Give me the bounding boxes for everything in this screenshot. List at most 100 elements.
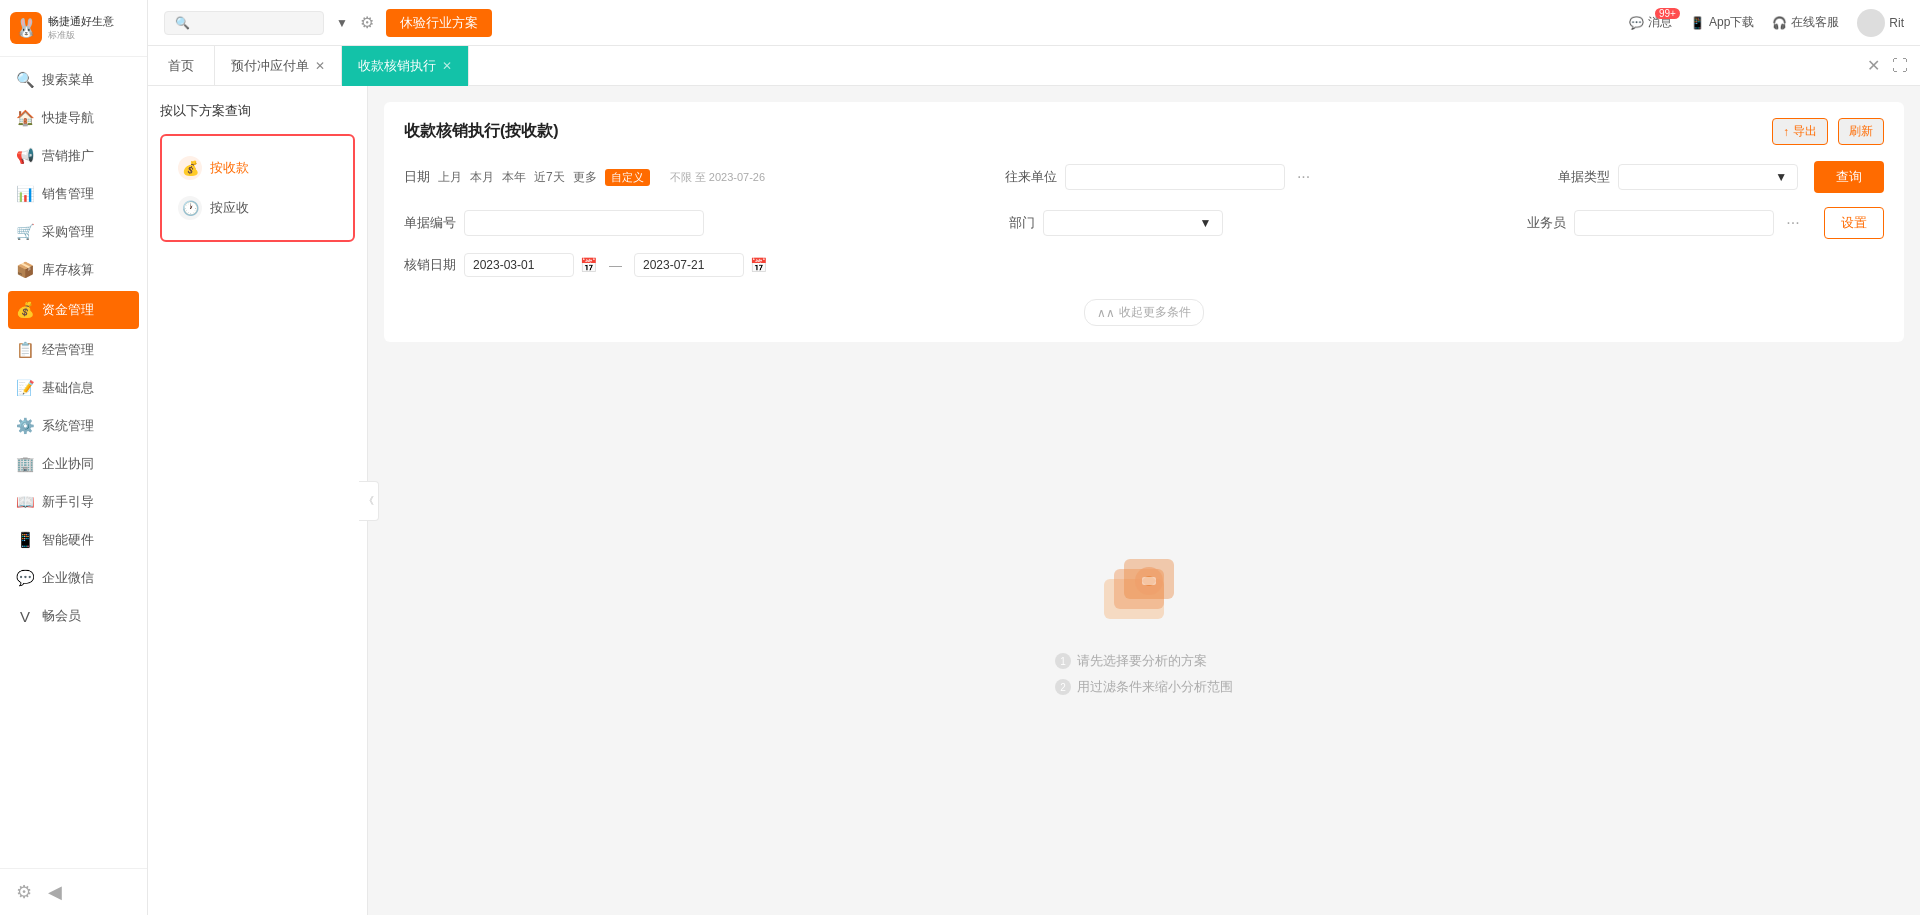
partner-ellipsis-btn[interactable]: ···: [1289, 168, 1319, 186]
smart-hw-icon: 📱: [16, 531, 34, 549]
main-content: 🔍 ▼ ⚙ 休验行业方案 💬 消息 99+ 📱 App下载 🎧 在线客服: [148, 0, 1920, 915]
sidebar-item-guide[interactable]: 📖 新手引导: [0, 483, 147, 521]
dropdown-arrow-icon: ▼: [336, 16, 348, 30]
topbar-dropdown[interactable]: ▼: [336, 16, 348, 30]
filter-option-by-receivable[interactable]: 🕐 按应收: [172, 188, 343, 228]
sidebar-label-inventory: 库存核算: [42, 261, 94, 279]
finance-icon: 💰: [16, 301, 34, 319]
tip-text-1: 请先选择要分析的方案: [1077, 652, 1207, 670]
writeoff-date-start-wrap: 📅: [464, 253, 597, 277]
date-separator: —: [609, 258, 622, 273]
writeoff-date-end-input[interactable]: [634, 253, 744, 277]
doc-no-input[interactable]: [464, 210, 704, 236]
app-name: 畅捷通好生意: [48, 14, 114, 28]
tab-home[interactable]: 首页: [148, 46, 215, 86]
settings-btn[interactable]: 设置: [1824, 207, 1884, 239]
partner-input[interactable]: [1065, 164, 1285, 190]
salesperson-input[interactable]: [1574, 210, 1774, 236]
guide-icon: 📖: [16, 493, 34, 511]
sidebar-item-vip[interactable]: V 畅会员: [0, 597, 147, 635]
export-btn[interactable]: ↑ 导出: [1772, 118, 1828, 145]
tab-prepay[interactable]: 预付冲应付单 ✕: [215, 46, 342, 86]
industry-solution-btn[interactable]: 休验行业方案: [386, 9, 492, 37]
tab-close-all-btn[interactable]: ✕: [1867, 56, 1880, 75]
tab-prepay-close-btn[interactable]: ✕: [315, 59, 325, 73]
empty-illustration: [1094, 549, 1194, 652]
sidebar-item-smart-hw[interactable]: 📱 智能硬件: [0, 521, 147, 559]
writeoff-date-group: 核销日期 📅 — 📅: [404, 253, 767, 277]
writeoff-date-end-wrap: 📅: [634, 253, 767, 277]
sidebar-label-marketing: 营销推广: [42, 147, 94, 165]
date-group: 日期 上月 本月 本年 近7天 更多 自定义: [404, 168, 650, 186]
collapse-more-btn[interactable]: ∧∧ 收起更多条件: [1084, 299, 1204, 326]
sidebar-item-marketing[interactable]: 📢 营销推广: [0, 137, 147, 175]
sidebar-item-enterprise[interactable]: 🏢 企业协同: [0, 445, 147, 483]
sidebar-item-wechat[interactable]: 💬 企业微信: [0, 559, 147, 597]
salesperson-ellipsis-btn[interactable]: ···: [1778, 214, 1808, 232]
sidebar-item-basic-info[interactable]: 📝 基础信息: [0, 369, 147, 407]
sidebar-label-guide: 新手引导: [42, 493, 94, 511]
filter-options-border: 💰 按收款 🕐 按应收: [160, 134, 355, 242]
tip-num-1: 1: [1055, 653, 1071, 669]
date-last-month[interactable]: 上月: [438, 169, 462, 186]
by-receipt-label: 按收款: [210, 159, 249, 177]
system-icon: ⚙️: [16, 417, 34, 435]
tab-expand-btn[interactable]: ⛶: [1892, 57, 1908, 75]
writeoff-date-end-calendar-icon[interactable]: 📅: [750, 257, 767, 273]
sidebar-label-purchase: 采购管理: [42, 223, 94, 241]
tab-prepay-label: 预付冲应付单: [231, 57, 309, 75]
date-custom[interactable]: 自定义: [605, 169, 650, 186]
sidebar-item-inventory[interactable]: 📦 库存核算: [0, 251, 147, 289]
collapse-filter-btn[interactable]: 《: [359, 481, 379, 521]
empty-state: 1 请先选择要分析的方案 2 用过滤条件来缩小分析范围: [384, 354, 1904, 899]
sidebar-label-operation: 经营管理: [42, 341, 94, 359]
app-download-btn[interactable]: 📱 App下载: [1690, 14, 1754, 31]
mobile-icon: 📱: [1690, 16, 1705, 30]
user-info[interactable]: Rit: [1857, 9, 1904, 37]
refresh-btn[interactable]: 刷新: [1838, 118, 1884, 145]
dept-select[interactable]: ▼: [1043, 210, 1223, 236]
gear-icon[interactable]: ⚙: [360, 13, 374, 32]
date-7days[interactable]: 近7天: [534, 169, 565, 186]
writeoff-date-start-calendar-icon[interactable]: 📅: [580, 257, 597, 273]
sidebar-nav: 🔍 搜索菜单 🏠 快捷导航 📢 营销推广 📊 销售管理 🛒 采购管理 📦 库存核…: [0, 57, 147, 868]
sidebar-bottom: ⚙ ◀: [0, 868, 147, 915]
sidebar-item-sales[interactable]: 📊 销售管理: [0, 175, 147, 213]
doc-type-select[interactable]: ▼: [1618, 164, 1798, 190]
date-this-month[interactable]: 本月: [470, 169, 494, 186]
topbar: 🔍 ▼ ⚙ 休验行业方案 💬 消息 99+ 📱 App下载 🎧 在线客服: [148, 0, 1920, 46]
sidebar-item-purchase[interactable]: 🛒 采购管理: [0, 213, 147, 251]
sidebar-item-operation[interactable]: 📋 经营管理: [0, 331, 147, 369]
empty-tip-2: 2 用过滤条件来缩小分析范围: [1055, 678, 1233, 696]
salesperson-label: 业务员: [1527, 214, 1566, 232]
settings-bottom-btn[interactable]: ⚙: [16, 881, 32, 903]
sidebar-item-search-menu[interactable]: 🔍 搜索菜单: [0, 61, 147, 99]
sales-icon: 📊: [16, 185, 34, 203]
sidebar-item-system[interactable]: ⚙️ 系统管理: [0, 407, 147, 445]
sidebar-label-vip: 畅会员: [42, 607, 81, 625]
collapse-more-row: ∧∧ 收起更多条件: [404, 291, 1884, 326]
inventory-icon: 📦: [16, 261, 34, 279]
topbar-search[interactable]: 🔍: [164, 11, 324, 35]
date-this-year[interactable]: 本年: [502, 169, 526, 186]
doc-type-label: 单据类型: [1558, 168, 1610, 186]
filter-option-by-receipt[interactable]: 💰 按收款: [172, 148, 343, 188]
purchase-icon: 🛒: [16, 223, 34, 241]
tab-receipt-writeoff-close-btn[interactable]: ✕: [442, 59, 452, 73]
online-service-btn[interactable]: 🎧 在线客服: [1772, 14, 1839, 31]
operation-icon: 📋: [16, 341, 34, 359]
sidebar-item-quick-nav[interactable]: 🏠 快捷导航: [0, 99, 147, 137]
collapse-up-icon: ∧∧: [1097, 306, 1115, 320]
message-btn[interactable]: 💬 消息 99+: [1629, 14, 1672, 31]
query-btn[interactable]: 查询: [1814, 161, 1884, 193]
sidebar-item-finance[interactable]: 💰 资金管理: [8, 291, 139, 329]
headset-icon: 🎧: [1772, 16, 1787, 30]
tab-receipt-writeoff[interactable]: 收款核销执行 ✕: [342, 46, 469, 86]
empty-tip-1: 1 请先选择要分析的方案: [1055, 652, 1233, 670]
date-more[interactable]: 更多: [573, 169, 597, 186]
sidebar-label-sales: 销售管理: [42, 185, 94, 203]
collapse-sidebar-btn[interactable]: ◀: [48, 881, 62, 903]
enterprise-icon: 🏢: [16, 455, 34, 473]
writeoff-date-start-input[interactable]: [464, 253, 574, 277]
salesperson-group: 业务员 ···: [1527, 210, 1808, 236]
